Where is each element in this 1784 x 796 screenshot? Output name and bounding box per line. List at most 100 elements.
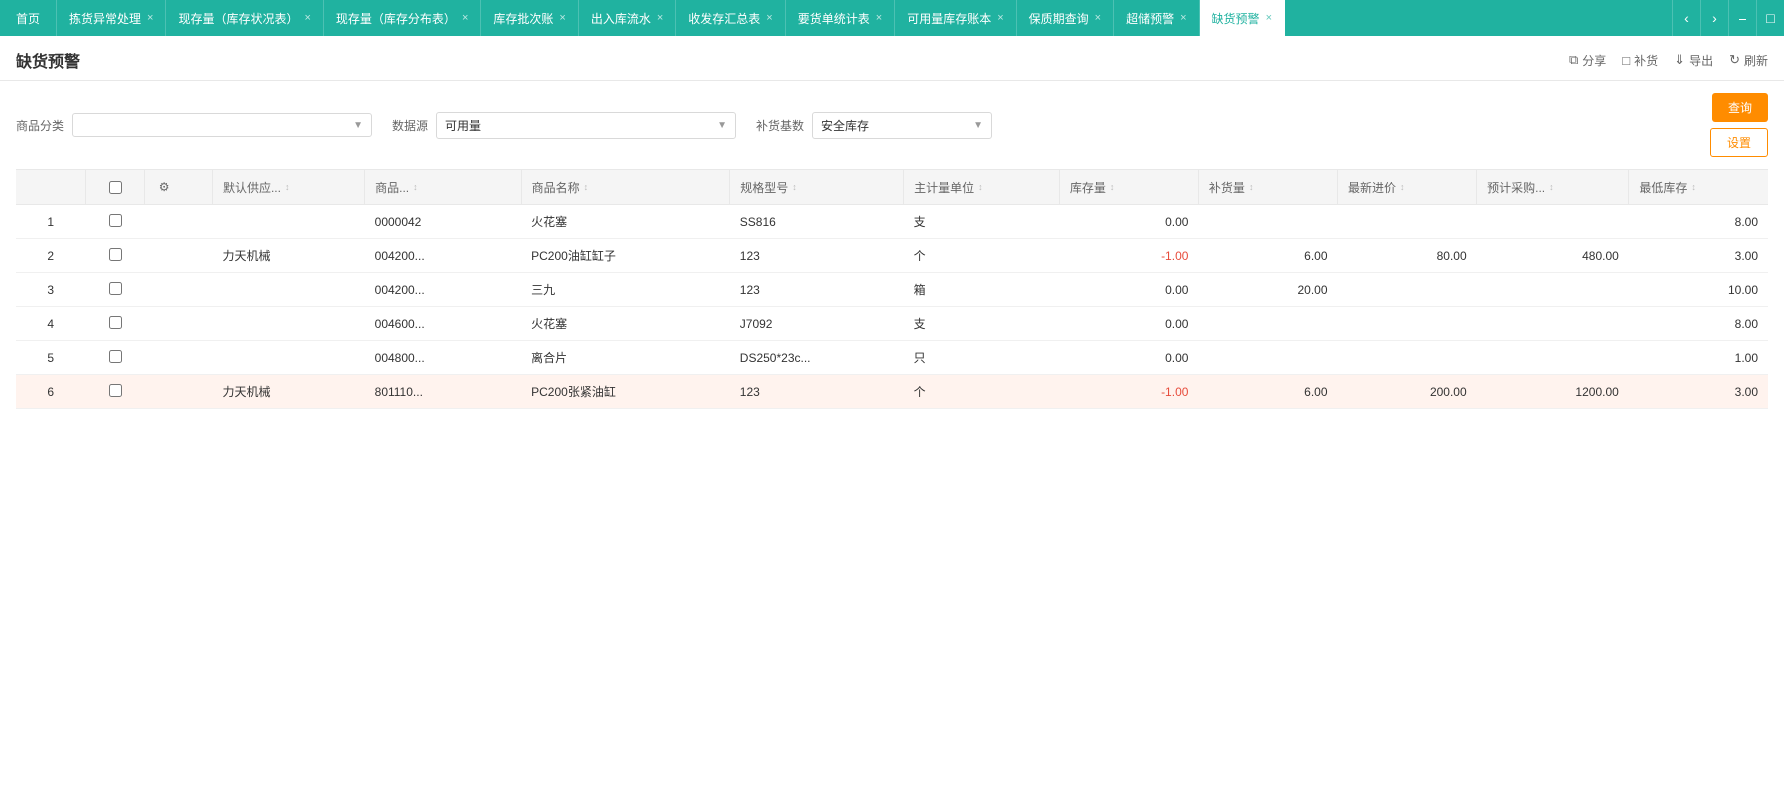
share-icon: ⧉	[1569, 52, 1578, 68]
cell-code: 0000042	[365, 205, 521, 239]
sort-stock-icon[interactable]: ↕	[1110, 182, 1115, 192]
tab-close-overstock[interactable]: ×	[1180, 12, 1186, 24]
tab-close-available[interactable]: ×	[997, 12, 1003, 24]
query-button[interactable]: 查询	[1712, 93, 1768, 122]
datasource-select[interactable]: 可用量 ▼	[436, 112, 736, 139]
tab-inventory-dist[interactable]: 现存量（库存分布表） ×	[324, 0, 481, 36]
tab-batch[interactable]: 库存批次账 ×	[481, 0, 578, 36]
replenish-btn[interactable]: □ 补货	[1622, 52, 1658, 69]
tab-home[interactable]: 首页	[0, 0, 57, 36]
cell-checkbox[interactable]	[86, 239, 145, 273]
tab-inventory-status[interactable]: 现存量（库存状况表） ×	[166, 0, 323, 36]
tab-minimize-btn[interactable]: ⎯	[1728, 0, 1756, 36]
tab-order-stat[interactable]: 要货单统计表 ×	[786, 0, 895, 36]
datasource-filter-group: 数据源 可用量 ▼	[392, 112, 736, 139]
row-checkbox[interactable]	[109, 384, 122, 397]
row-checkbox[interactable]	[109, 282, 122, 295]
cell-code: 004800...	[365, 341, 521, 375]
gear-icon[interactable]: ⚙	[155, 178, 173, 196]
cell-min-stock: 1.00	[1629, 341, 1768, 375]
sort-replenish-icon[interactable]: ↕	[1249, 182, 1254, 192]
row-checkbox[interactable]	[109, 350, 122, 363]
row-checkbox[interactable]	[109, 316, 122, 329]
cell-spacer	[145, 341, 213, 375]
cell-min-stock: 10.00	[1629, 273, 1768, 307]
settings-button[interactable]: 设置	[1710, 128, 1768, 157]
export-icon: ⇓	[1674, 52, 1685, 68]
cell-checkbox[interactable]	[86, 205, 145, 239]
cell-spacer	[145, 205, 213, 239]
replenish-select[interactable]: 安全库存 ▼	[812, 112, 992, 139]
tab-close-expiry[interactable]: ×	[1095, 12, 1101, 24]
category-filter-group: 商品分类 ▼	[16, 113, 372, 137]
sort-supplier-icon[interactable]: ↕	[285, 182, 290, 192]
tab-expiry[interactable]: 保质期查询 ×	[1017, 0, 1114, 36]
replenish-label: 补货基数	[756, 117, 804, 134]
sort-price-icon[interactable]: ↕	[1400, 182, 1405, 192]
tab-next-btn[interactable]: ›	[1700, 0, 1728, 36]
cell-unit: 支	[904, 307, 1060, 341]
cell-replenish-qty: 6.00	[1198, 375, 1337, 409]
tab-available[interactable]: 可用量库存账本 ×	[895, 0, 1016, 36]
select-all-checkbox[interactable]	[109, 181, 122, 194]
sort-minstock-icon[interactable]: ↕	[1691, 182, 1696, 192]
cell-unit: 个	[904, 239, 1060, 273]
tab-maximize-btn[interactable]: □	[1756, 0, 1784, 36]
tab-close-summary[interactable]: ×	[766, 12, 772, 24]
cell-spec: DS250*23c...	[730, 341, 904, 375]
cell-name: 离合片	[521, 341, 730, 375]
cell-checkbox[interactable]	[86, 273, 145, 307]
cell-index: 6	[16, 375, 86, 409]
tab-overstock[interactable]: 超储预警 ×	[1114, 0, 1199, 36]
replenish-value: 安全库存	[821, 117, 869, 134]
tab-bar: 首页 拣货异常处理 × 现存量（库存状况表） × 现存量（库存分布表） × 库存…	[0, 0, 1784, 36]
cell-code: 801110...	[365, 375, 521, 409]
cell-latest-price	[1338, 341, 1477, 375]
datasource-label: 数据源	[392, 117, 428, 134]
sort-unit-icon[interactable]: ↕	[978, 182, 983, 192]
cell-min-stock: 3.00	[1629, 239, 1768, 273]
tab-abnormal[interactable]: 拣货异常处理 ×	[57, 0, 166, 36]
cell-index: 4	[16, 307, 86, 341]
tab-flow[interactable]: 出入库流水 ×	[579, 0, 676, 36]
tab-close-flow[interactable]: ×	[657, 12, 663, 24]
cell-supplier: 力天机械	[212, 375, 364, 409]
tab-close-batch[interactable]: ×	[559, 12, 565, 24]
th-replenish-qty: 补货量 ↕	[1198, 170, 1337, 205]
row-checkbox[interactable]	[109, 214, 122, 227]
category-select[interactable]: ▼	[72, 113, 372, 137]
share-btn[interactable]: ⧉ 分享	[1569, 52, 1606, 69]
tab-close-inventory-status[interactable]: ×	[304, 12, 310, 24]
sort-name-icon[interactable]: ↕	[584, 182, 589, 192]
sort-code-icon[interactable]: ↕	[413, 182, 418, 192]
cell-checkbox[interactable]	[86, 307, 145, 341]
tab-shortage[interactable]: 缺货预警 ×	[1200, 0, 1285, 36]
refresh-btn[interactable]: ↻ 刷新	[1729, 52, 1768, 69]
cell-spec: J7092	[730, 307, 904, 341]
tab-close-shortage[interactable]: ×	[1266, 12, 1272, 24]
cell-name: PC200张紧油缸	[521, 375, 730, 409]
tab-prev-btn[interactable]: ‹	[1672, 0, 1700, 36]
row-checkbox[interactable]	[109, 248, 122, 261]
export-btn[interactable]: ⇓ 导出	[1674, 52, 1713, 69]
tab-nav-controls: ‹ › ⎯ □	[1672, 0, 1784, 36]
cell-spacer	[145, 375, 213, 409]
replenish-chevron-icon: ▼	[973, 120, 983, 131]
tab-summary[interactable]: 收发存汇总表 ×	[676, 0, 785, 36]
datasource-value: 可用量	[445, 117, 481, 134]
th-supplier: 默认供应... ↕	[212, 170, 364, 205]
cell-replenish-qty	[1198, 307, 1337, 341]
cell-replenish-qty: 6.00	[1198, 239, 1337, 273]
tab-close-order-stat[interactable]: ×	[876, 12, 882, 24]
cell-latest-price	[1338, 307, 1477, 341]
cell-checkbox[interactable]	[86, 341, 145, 375]
th-est-purchase: 预计采购... ↕	[1477, 170, 1629, 205]
tab-close-inventory-dist[interactable]: ×	[462, 12, 468, 24]
cell-unit: 个	[904, 375, 1060, 409]
sort-spec-icon[interactable]: ↕	[792, 182, 797, 192]
tab-close-abnormal[interactable]: ×	[147, 12, 153, 24]
cell-checkbox[interactable]	[86, 375, 145, 409]
th-spec: 规格型号 ↕	[730, 170, 904, 205]
cell-spec: 123	[730, 239, 904, 273]
sort-purchase-icon[interactable]: ↕	[1549, 182, 1554, 192]
